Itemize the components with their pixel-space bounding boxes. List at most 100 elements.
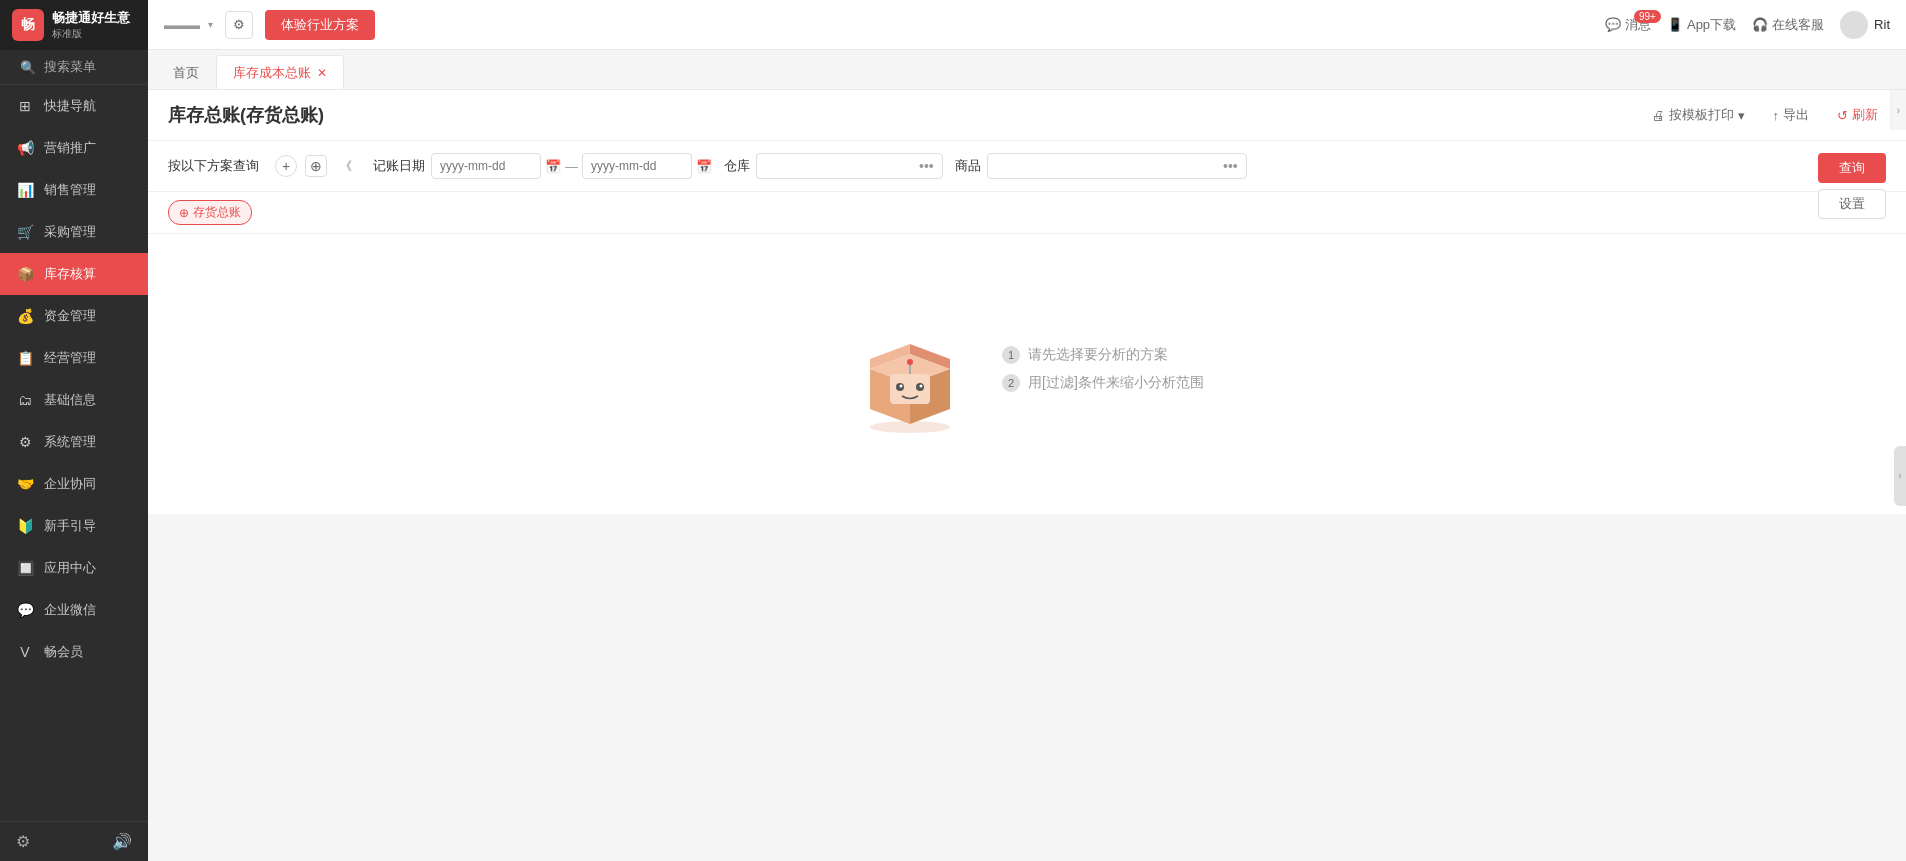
warehouse-label: 仓库 [724,157,750,175]
nav-icon-marketing: 📢 [16,139,34,157]
refresh-btn[interactable]: ↺ 刷新 [1829,102,1886,128]
sidebar-logo: 畅 畅捷通好生意 标准版 [0,0,148,50]
nav-icon-sales: 📊 [16,181,34,199]
message-btn[interactable]: 💬 消息 99+ [1605,16,1651,34]
sidebar-search-label: 搜索菜单 [44,58,96,76]
svg-rect-6 [890,374,930,404]
sidebar-item-quick-nav[interactable]: ⊞ 快捷导航 [0,85,148,127]
nav-icon-basic: 🗂 [16,391,34,409]
tab-home[interactable]: 首页 [156,55,216,89]
calendar-to-icon[interactable]: 📅 [696,159,712,174]
username: Rit [1874,17,1890,32]
sidebar-item-vip[interactable]: V 畅会员 [0,631,148,673]
nav-label-system: 系统管理 [44,433,96,451]
refresh-label: 刷新 [1852,106,1878,124]
settings-btn[interactable]: 设置 [1818,189,1886,219]
nav-icon-newbie: 🔰 [16,517,34,535]
online-service-btn[interactable]: 🎧 在线客服 [1752,16,1824,34]
scheme-tag-icon: ⊕ [179,206,189,220]
goods-input[interactable] [996,159,1219,173]
tabbar: 首页库存成本总账 ✕ [148,50,1906,90]
sidebar-item-marketing[interactable]: 📢 营销推广 [0,127,148,169]
tab-label-inventory-cost: 库存成本总账 [233,64,311,82]
panel-toggle-icon: › [1898,470,1901,481]
export-label: 导出 [1783,106,1809,124]
headset-icon: 🎧 [1752,17,1768,32]
sidebar-item-system[interactable]: ⚙ 系统管理 [0,421,148,463]
refresh-icon: ↺ [1837,108,1848,123]
sidebar-item-sales[interactable]: 📊 销售管理 [0,169,148,211]
sidebar-item-newbie[interactable]: 🔰 新手引导 [0,505,148,547]
sidebar-item-purchase[interactable]: 🛒 采购管理 [0,211,148,253]
goods-filter: 商品 ••• [955,153,1247,179]
nav-label-apps: 应用中心 [44,559,96,577]
date-label: 记账日期 [373,157,425,175]
export-btn[interactable]: ↑ 导出 [1765,102,1818,128]
sidebar-item-inventory[interactable]: 📦 库存核算 [0,253,148,295]
nav-icon-vip: V [16,643,34,661]
sidebar-item-wechat[interactable]: 💬 企业微信 [0,589,148,631]
sidebar-item-basic[interactable]: 🗂 基础信息 [0,379,148,421]
goods-more-icon[interactable]: ••• [1223,158,1238,174]
scheme-tag-inventory[interactable]: ⊕ 存货总账 [168,200,252,225]
sidebar-item-apps[interactable]: 🔲 应用中心 [0,547,148,589]
warehouse-input[interactable] [765,159,915,173]
app-icon: 📱 [1667,17,1683,32]
svg-point-10 [920,385,923,388]
scheme-tag-label: 存货总账 [193,204,241,221]
tab-close-inventory-cost[interactable]: ✕ [317,66,327,80]
goods-label: 商品 [955,157,981,175]
nav-icon-cooperation: 🤝 [16,475,34,493]
print-dropdown-icon[interactable]: ▾ [1738,108,1745,123]
nav-label-sales: 销售管理 [44,181,96,199]
filter-section-label: 按以下方案查询 [168,157,259,175]
page-header: 库存总账(存货总账) 🖨 按模板打印 ▾ ↑ 导出 ↺ 刷新 [148,90,1906,141]
print-label: 按模板打印 [1669,106,1734,124]
nav-icon-quick-nav: ⊞ [16,97,34,115]
app-download-btn[interactable]: 📱 App下载 [1667,16,1736,34]
user-info: Rit [1840,11,1890,39]
filter-add-btn[interactable]: + [275,155,297,177]
nav-icon-inventory: 📦 [16,265,34,283]
date-to-input[interactable] [582,153,692,179]
filter-scheme-btn[interactable]: ⊕ [305,155,327,177]
right-collapse-btn[interactable]: › [1890,90,1906,130]
right-panel-toggle[interactable]: › [1894,446,1906,506]
sidebar-search[interactable]: 🔍 搜索菜单 [0,50,148,85]
print-btn[interactable]: 🖨 按模板打印 ▾ [1644,102,1753,128]
sidebar-nav: ⊞ 快捷导航 📢 营销推广 📊 销售管理 🛒 采购管理 📦 库存核算 💰 资金管… [0,85,148,821]
audio-footer-icon[interactable]: 🔊 [112,832,132,851]
filter-collapse-btn[interactable]: 《 [335,155,357,177]
settings-footer-icon[interactable]: ⚙ [16,832,30,851]
date-from-input[interactable] [431,153,541,179]
nav-icon-system: ⚙ [16,433,34,451]
nav-label-marketing: 营销推广 [44,139,96,157]
avatar [1840,11,1868,39]
query-btn[interactable]: 查询 [1818,153,1886,183]
page-title: 库存总账(存货总账) [168,103,324,127]
industry-btn[interactable]: 体验行业方案 [265,10,375,40]
calendar-from-icon[interactable]: 📅 [545,159,561,174]
main-content: 库存总账(存货总账) 🖨 按模板打印 ▾ ↑ 导出 ↺ 刷新 [148,90,1906,514]
sidebar-item-cooperation[interactable]: 🤝 企业协同 [0,463,148,505]
topbar-settings-icon[interactable]: ⚙ [225,11,253,39]
sidebar-item-finance[interactable]: 💰 资金管理 [0,295,148,337]
nav-label-cooperation: 企业协同 [44,475,96,493]
logo-title: 畅捷通好生意 [52,10,130,27]
empty-step2: 2 用[过滤]条件来缩小分析范围 [1002,374,1204,392]
app-label: App下载 [1687,16,1736,34]
sidebar: 畅 畅捷通好生意 标准版 🔍 搜索菜单 ⊞ 快捷导航 📢 营销推广 📊 销售管理… [0,0,148,861]
sidebar-item-business[interactable]: 📋 经营管理 [0,337,148,379]
empty-illustration [850,314,970,434]
gear-icon: ⚙ [233,17,245,32]
nav-label-basic: 基础信息 [44,391,96,409]
message-icon: 💬 [1605,17,1621,32]
breadcrumb: ▬▬▬ ▾ [164,18,213,32]
breadcrumb-arrow[interactable]: ▾ [208,19,213,30]
svg-point-12 [907,359,913,365]
warehouse-more-icon[interactable]: ••• [919,158,934,174]
main-area: ▬▬▬ ▾ ⚙ 体验行业方案 💬 消息 99+ 📱 App下载 🎧 在线客服 [148,0,1906,861]
tab-inventory-cost[interactable]: 库存成本总账 ✕ [216,55,344,89]
warehouse-filter: 仓库 ••• [724,153,943,179]
nav-icon-wechat: 💬 [16,601,34,619]
